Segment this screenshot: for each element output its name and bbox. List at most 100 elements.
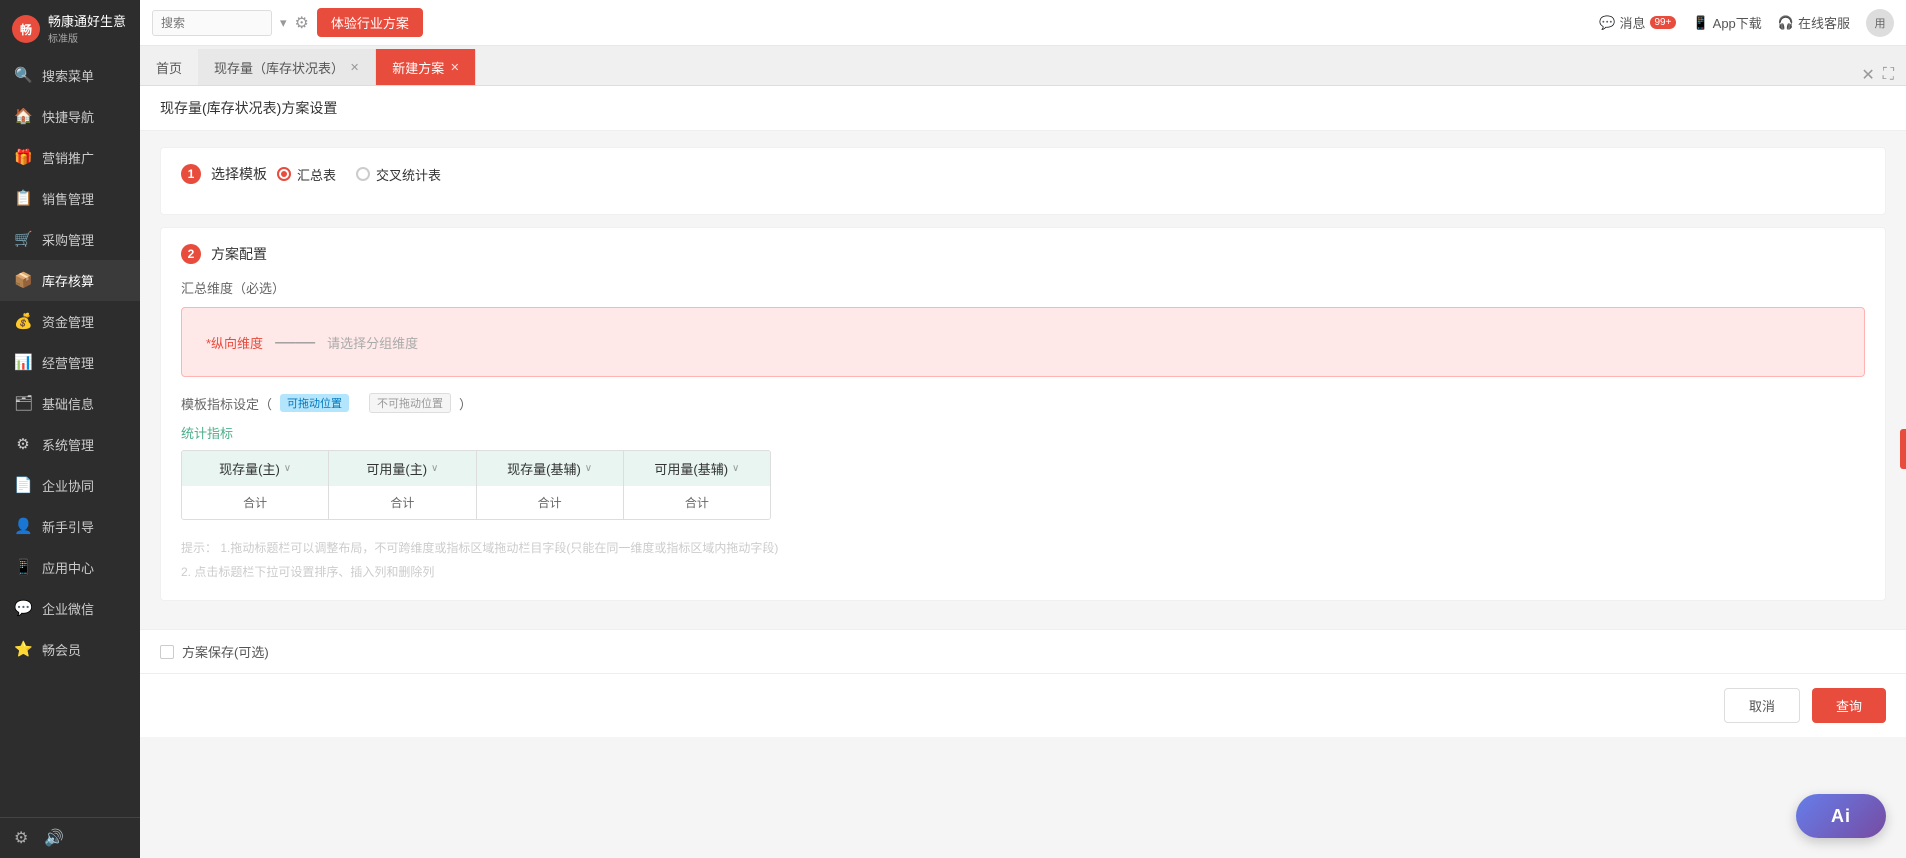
query-button[interactable]: 查询 [1812,688,1886,723]
tab-home[interactable]: 首页 [140,49,198,85]
section1-header: 1 选择模板 汇总表 交叉统计表 [181,164,1865,184]
trial-button[interactable]: 体验行业方案 [317,8,423,37]
sidebar-item-contract[interactable]: 📄 企业协同 [0,465,140,506]
app-download-label: App下载 [1713,13,1762,32]
tab-new-scheme[interactable]: 新建方案 ✕ [376,49,476,85]
col-dropdown-2[interactable]: ∨ [585,463,592,474]
search-icon: 🔍 [14,66,32,84]
sidebar-item-label: 新手引导 [42,517,94,536]
tab-inventory-label: 现存量（库存状况表） [214,58,344,77]
expand-window-icon[interactable]: ⛶ [1883,66,1894,84]
messages-label: 消息 [1619,13,1645,32]
messages-item[interactable]: 💬 消息 99+ [1599,13,1676,32]
section1-title: 选择模板 [211,164,267,184]
dropdown-icon[interactable]: ▾ [280,15,287,31]
sidebar: 畅 畅康通好生意 标准版 🔍 搜索菜单 🏠 快捷导航 🎁 营销推广 📋 销售管理… [0,0,140,858]
sidebar-item-basics[interactable]: 🗂 基础信息 [0,383,140,424]
operations-icon: 📊 [14,353,32,371]
app-name: 畅康通好生意 [48,14,126,30]
stat-body-2: 合计 [477,486,624,519]
ai-fab-button[interactable]: Ai [1796,794,1886,838]
radio-summary[interactable]: 汇总表 [277,165,336,184]
right-edge-handle[interactable] [1900,429,1906,469]
stat-body-0: 合计 [182,486,329,519]
sidebar-item-quick-nav[interactable]: 🏠 快捷导航 [0,96,140,137]
radio-summary-label: 汇总表 [297,165,336,184]
app-download-item[interactable]: 📱 App下载 [1692,13,1761,32]
message-icon: 💬 [1599,15,1615,31]
topbar-settings-icon[interactable]: ⚙ [295,13,309,33]
sidebar-item-purchase[interactable]: 🛒 采购管理 [0,219,140,260]
save-checkbox[interactable] [160,645,174,659]
headset-icon: 🎧 [1778,15,1794,31]
sidebar-item-label: 畅会员 [42,640,81,659]
sound-footer-icon[interactable]: 🔊 [44,828,64,848]
member-icon: ⭐ [14,640,32,658]
sidebar-item-label: 资金管理 [42,312,94,331]
finance-icon: 💰 [14,312,32,330]
sales-icon: 📋 [14,189,32,207]
stat-col-label-3: 可用量(基辅) [654,459,728,478]
dimension-box[interactable]: *纵向维度 —— 请选择分组维度 [181,307,1865,377]
col-dropdown-1[interactable]: ∨ [431,463,438,474]
section2-num: 2 [181,244,201,264]
sidebar-item-search[interactable]: 🔍 搜索菜单 [0,55,140,96]
col-dropdown-0[interactable]: ∨ [284,463,291,474]
hint-area: 提示： 1.拖动标题栏可以调整布局，不可跨维度或指标区域拖动栏目字段(只能在同一… [181,536,1865,584]
save-option: 方案保存(可选) [140,629,1906,673]
col-dropdown-3[interactable]: ∨ [732,463,739,474]
sidebar-item-wechat[interactable]: 💬 企业微信 [0,588,140,629]
search-input[interactable] [152,10,272,36]
stat-col-header-1[interactable]: 可用量(主) ∨ [329,451,476,486]
sidebar-item-label: 搜索菜单 [42,66,94,85]
newbie-icon: 👤 [14,517,32,535]
stat-section-title: 统计指标 [181,423,1865,442]
settings-footer-icon[interactable]: ⚙ [14,828,28,848]
tab-inventory-status[interactable]: 现存量（库存状况表） ✕ [198,49,376,85]
sidebar-item-inventory[interactable]: 📦 库存核算 [0,260,140,301]
hint-2: 2. 点击标题栏下拉可设置排序、插入列和删除列 [181,560,1865,584]
sidebar-item-newbie[interactable]: 👤 新手引导 [0,506,140,547]
sidebar-item-marketing[interactable]: 🎁 营销推广 [0,137,140,178]
page-title: 现存量(库存状况表)方案设置 [140,86,1906,131]
sidebar-item-label: 经营管理 [42,353,94,372]
stat-col-header-0[interactable]: 现存量(主) ∨ [182,451,329,486]
gift-icon: 🎁 [14,148,32,166]
indicator-label-text: 模板指标设定（ [181,394,272,413]
sidebar-item-sales[interactable]: 📋 销售管理 [0,178,140,219]
close-window-icon[interactable]: ✕ [1861,65,1874,85]
basics-icon: 🗂 [14,394,32,412]
dimension-vertical-label: *纵向维度 [206,333,263,352]
topbar: ▾ ⚙ 体验行业方案 💬 消息 99+ 📱 App下载 🎧 在线客服 用 [140,0,1906,46]
app-name-block: 畅康通好生意 标准版 [48,14,126,45]
stat-col-header-2[interactable]: 现存量(基辅) ∨ [477,451,624,486]
radio-cross-circle [356,167,370,181]
sidebar-item-app-center[interactable]: 📱 应用中心 [0,547,140,588]
dimension-placeholder: 请选择分组维度 [327,333,418,352]
sidebar-item-label: 采购管理 [42,230,94,249]
footer-actions: 取消 查询 [140,673,1906,737]
topbar-left: ▾ ⚙ 体验行业方案 [152,8,1591,37]
online-service-item[interactable]: 🎧 在线客服 [1778,13,1850,32]
ai-fab-label: Ai [1831,806,1851,827]
sidebar-item-member[interactable]: ⭐ 畅会员 [0,629,140,670]
online-service-label: 在线客服 [1798,13,1850,32]
cancel-button[interactable]: 取消 [1724,688,1800,723]
section2-header: 2 方案配置 [181,244,1865,264]
sidebar-item-label: 基础信息 [42,394,94,413]
radio-cross[interactable]: 交叉统计表 [356,165,441,184]
sidebar-item-system[interactable]: ⚙ 系统管理 [0,424,140,465]
tab-close-inventory[interactable]: ✕ [350,61,359,74]
unmovable-tag: 不可拖动位置 [369,393,451,413]
section2-title: 方案配置 [211,244,267,264]
sidebar-nav: 🔍 搜索菜单 🏠 快捷导航 🎁 营销推广 📋 销售管理 🛒 采购管理 📦 库存核… [0,55,140,817]
sidebar-item-finance[interactable]: 💰 资金管理 [0,301,140,342]
tab-close-new-scheme[interactable]: ✕ [450,61,459,74]
user-avatar[interactable]: 用 [1866,9,1894,37]
contract-icon: 📄 [14,476,32,494]
content-area: 现存量(库存状况表)方案设置 1 选择模板 汇总表 交叉统计表 [140,86,1906,858]
stat-col-header-3[interactable]: 可用量(基辅) ∨ [624,451,770,486]
template-radio-group: 汇总表 交叉统计表 [277,165,441,184]
sidebar-item-label: 企业协同 [42,476,94,495]
sidebar-item-operations[interactable]: 📊 经营管理 [0,342,140,383]
